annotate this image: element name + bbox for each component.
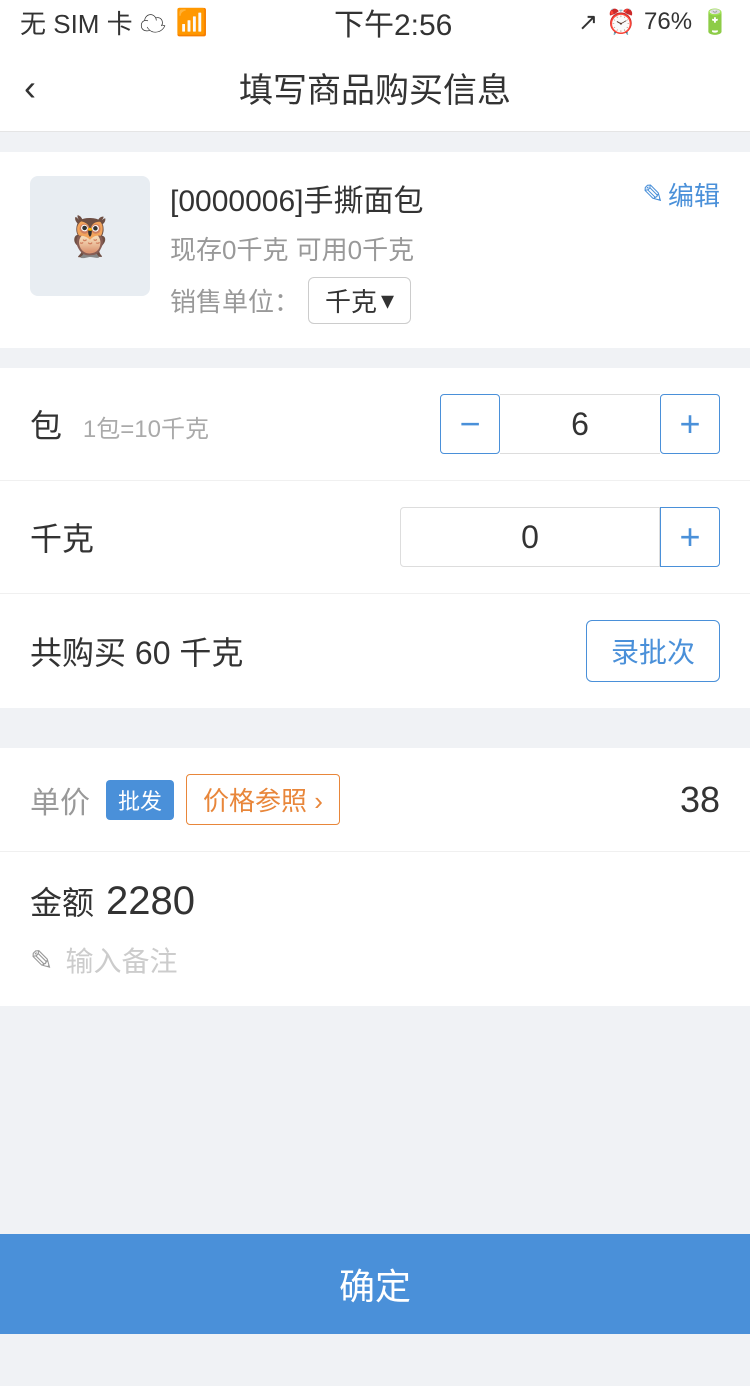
bao-stepper: − +	[440, 394, 720, 454]
separator-2	[0, 708, 750, 728]
unit-label: 销售单位：	[170, 282, 300, 319]
unit-select[interactable]: 千克 ▾	[308, 277, 411, 324]
edit-icon: ✎	[642, 179, 664, 210]
edit-button[interactable]: ✎ 编辑	[642, 176, 720, 213]
price-row: 单价 批发 价格参照 › 38	[0, 748, 750, 852]
price-section: 单价 批发 价格参照 › 38 金额 2280 ✎ 输入备注	[0, 748, 750, 1006]
kg-plus-button[interactable]: +	[660, 507, 720, 567]
batch-button[interactable]: 录批次	[586, 620, 720, 682]
bao-hint: 1包=10千克	[83, 416, 209, 443]
chevron-down-icon: ▾	[381, 285, 394, 316]
bao-row: 包 1包=10千克 − +	[0, 368, 750, 481]
remark-row[interactable]: ✎ 输入备注	[30, 940, 720, 980]
battery-level: 76%	[644, 8, 692, 36]
bao-plus-button[interactable]: +	[660, 394, 720, 454]
kg-input[interactable]	[400, 507, 660, 567]
status-time: 下午2:56	[334, 0, 452, 44]
bao-minus-button[interactable]: −	[440, 394, 500, 454]
price-ref-label: 价格参照 ›	[203, 781, 323, 818]
amount-value: 2280	[106, 879, 195, 924]
summary-row: 共购买 60 千克 录批次	[0, 594, 750, 708]
kg-plus-icon: +	[679, 516, 700, 558]
page-title: 填写商品购买信息	[239, 63, 511, 112]
amount-label: 金额	[30, 878, 94, 924]
kg-row: 千克 +	[0, 481, 750, 594]
remark-placeholder: 输入备注	[65, 940, 177, 980]
bao-label-group: 包 1包=10千克	[30, 401, 440, 447]
product-name: [0000006]手撕面包	[170, 176, 423, 220]
edit-label: 编辑	[668, 176, 720, 213]
summary-text: 共购买 60 千克	[30, 628, 243, 674]
bao-label: 包	[30, 408, 62, 444]
unit-value: 千克	[325, 282, 377, 319]
product-card: 🦉 [0000006]手撕面包 ✎ 编辑 现存0千克 可用0千克 销售单位： 千…	[0, 152, 750, 348]
nav-bar: ‹ 填写商品购买信息	[0, 44, 750, 132]
kg-stepper: +	[400, 507, 720, 567]
status-bar: 无 SIM 卡 ☁ 📶 下午2:56 ↗ ⏰ 76% 🔋	[0, 0, 750, 44]
price-value: 38	[680, 779, 720, 821]
status-right: ↗ ⏰ 76% 🔋	[578, 8, 730, 37]
bao-input[interactable]	[500, 394, 660, 454]
input-section: 包 1包=10千克 − + 千克 +	[0, 368, 750, 594]
sim-status: 无 SIM 卡 ☁	[20, 4, 166, 41]
amount-section: 金额 2280 ✎ 输入备注	[0, 852, 750, 1006]
alarm-icon: ⏰	[606, 8, 636, 37]
product-stock: 现存0千克 可用0千克	[170, 230, 720, 267]
plus-icon: +	[679, 403, 700, 445]
price-tag: 批发	[106, 780, 174, 820]
kg-label: 千克	[30, 514, 400, 560]
location-icon: ↗	[578, 8, 598, 37]
product-unit-row: 销售单位： 千克 ▾	[170, 277, 720, 324]
amount-row: 金额 2280	[30, 878, 720, 924]
minus-icon: −	[459, 403, 480, 445]
confirm-button[interactable]: 确定	[0, 1234, 750, 1334]
wifi-icon: 📶	[176, 7, 208, 38]
back-button[interactable]: ‹	[24, 67, 36, 109]
product-info: [0000006]手撕面包 ✎ 编辑 现存0千克 可用0千克 销售单位： 千克 …	[170, 176, 720, 324]
product-logo: 🦉	[65, 213, 115, 260]
pencil-icon: ✎	[30, 944, 53, 977]
product-image: 🦉	[30, 176, 150, 296]
separator-1	[0, 348, 750, 368]
price-ref-button[interactable]: 价格参照 ›	[186, 774, 340, 825]
price-label: 单价	[30, 778, 90, 822]
battery-icon: 🔋	[700, 8, 730, 37]
status-left: 无 SIM 卡 ☁ 📶	[20, 4, 208, 41]
